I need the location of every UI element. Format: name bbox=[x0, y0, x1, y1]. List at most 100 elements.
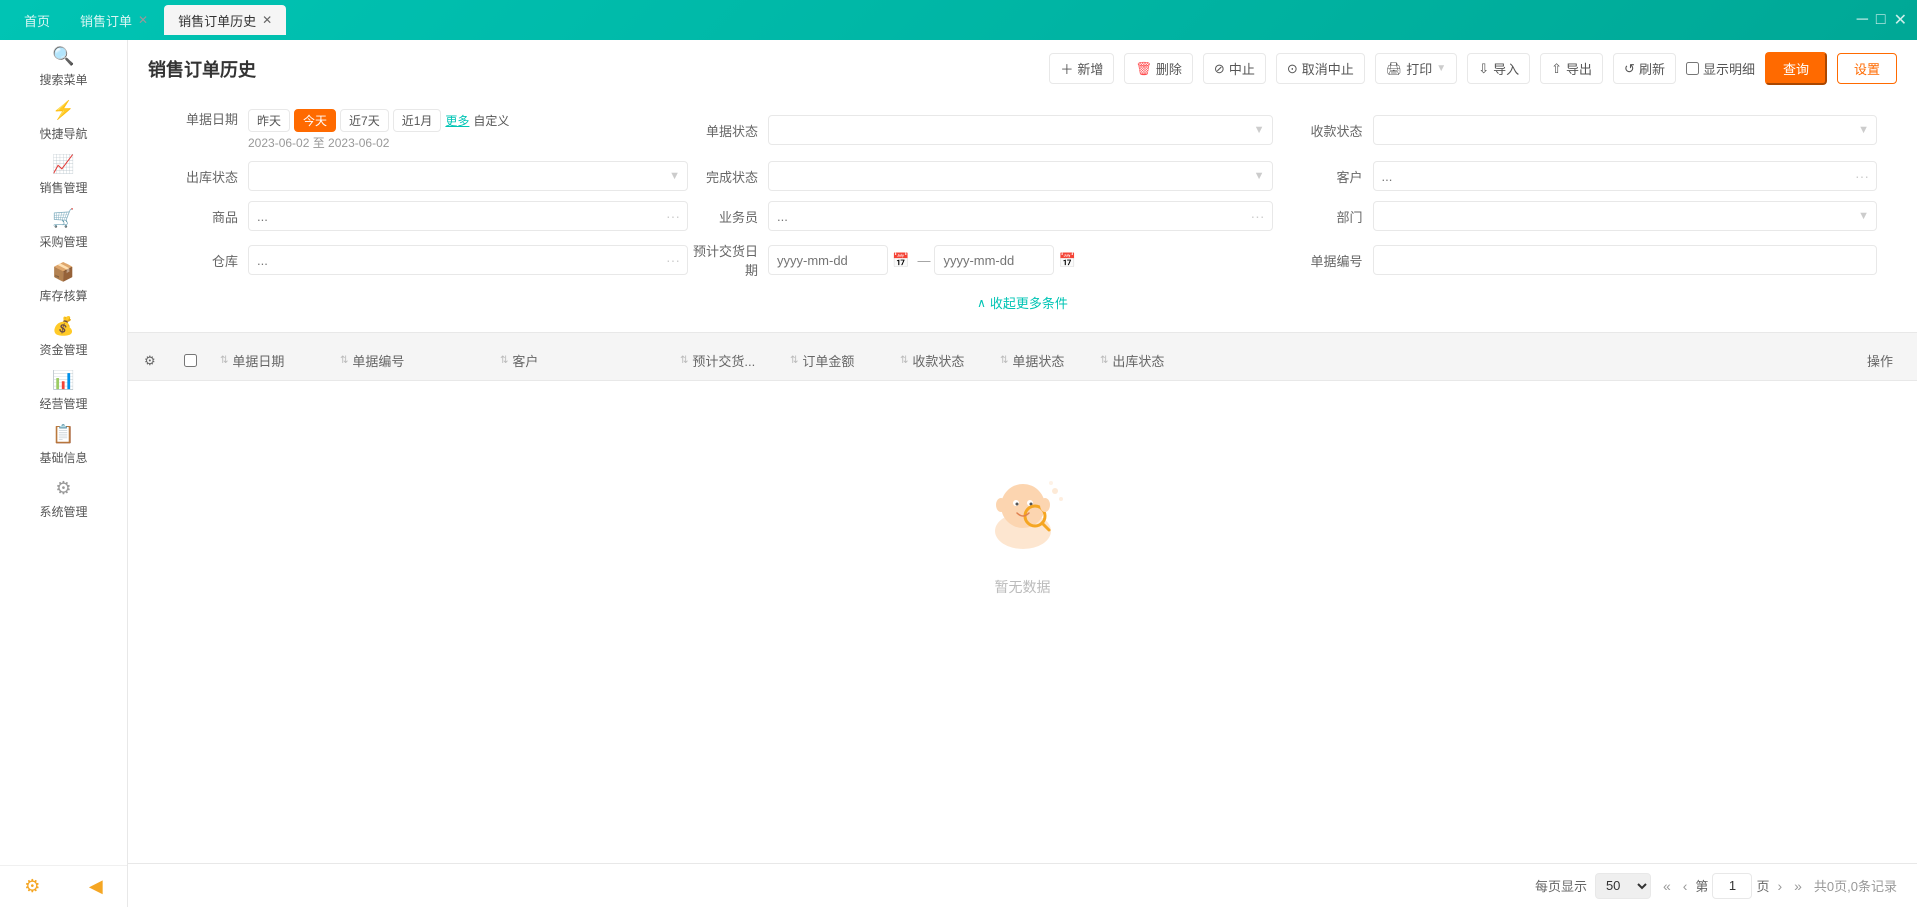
delivery-date-end-input[interactable] bbox=[934, 245, 1054, 275]
receipt-status-select-wrap: ▼ bbox=[1373, 115, 1878, 145]
complete-status-select-wrap: ▼ bbox=[768, 161, 1273, 191]
dept-input[interactable] bbox=[1373, 201, 1878, 231]
select-all-checkbox[interactable] bbox=[184, 354, 197, 367]
collapse-bar[interactable]: ∧ 收起更多条件 bbox=[168, 289, 1877, 320]
last-page-btn[interactable]: » bbox=[1790, 876, 1806, 896]
tab-sales-order[interactable]: 销售订单 ✕ bbox=[66, 5, 162, 35]
product-input[interactable] bbox=[248, 201, 688, 231]
first-page-btn[interactable]: « bbox=[1659, 876, 1675, 896]
date-btn-today[interactable]: 今天 bbox=[294, 109, 336, 132]
refresh-button[interactable]: ↺ 刷新 bbox=[1613, 53, 1676, 84]
next-page-btn[interactable]: › bbox=[1773, 876, 1786, 896]
delivery-date-end-calendar-icon[interactable]: 📅 bbox=[1058, 252, 1075, 269]
show-detail-checkbox[interactable] bbox=[1686, 62, 1699, 75]
per-page-select[interactable]: 50 10 20 100 bbox=[1595, 873, 1651, 899]
sidebar-item-sales-mgmt[interactable]: 📈 销售管理 bbox=[0, 148, 127, 202]
total-records-text: 共0页,0条记录 bbox=[1814, 876, 1897, 895]
empty-illustration bbox=[973, 461, 1073, 561]
delete-icon: 🗑 bbox=[1135, 61, 1152, 77]
sort-icon[interactable]: ⇅ bbox=[1000, 355, 1008, 366]
salesperson-select-wrap: ··· bbox=[768, 201, 1273, 231]
sort-icon[interactable]: ⇅ bbox=[900, 355, 908, 366]
date-btn-1month[interactable]: 近1月 bbox=[393, 109, 442, 132]
page-nav: « ‹ 第 页 › » bbox=[1659, 873, 1806, 899]
settings-gear-icon[interactable]: ⚙ bbox=[144, 353, 156, 369]
minimize-btn[interactable]: ─ bbox=[1857, 11, 1868, 29]
import-icon: ⇩ bbox=[1478, 61, 1489, 77]
stop-button[interactable]: ⊘ 中止 bbox=[1203, 53, 1266, 84]
sort-icon[interactable]: ⇅ bbox=[1100, 355, 1108, 366]
sidebar-item-search-menu[interactable]: 🔍 搜索菜单 bbox=[0, 40, 127, 94]
sidebar-item-label: 搜索菜单 bbox=[39, 71, 87, 88]
product-ellipsis-btn[interactable]: ··· bbox=[662, 208, 684, 224]
customer-select-wrap: ··· bbox=[1373, 161, 1878, 191]
receipt-status-input[interactable] bbox=[1373, 115, 1878, 145]
sort-icon[interactable]: ⇅ bbox=[790, 355, 798, 366]
product-label: 商品 bbox=[168, 207, 248, 226]
prev-page-btn[interactable]: ‹ bbox=[1679, 876, 1692, 896]
sidebar-item-inventory[interactable]: 📦 库存核算 bbox=[0, 256, 127, 310]
dept-label: 部门 bbox=[1293, 207, 1373, 226]
sidebar-item-finance[interactable]: 💰 资金管理 bbox=[0, 310, 127, 364]
refresh-icon: ↺ bbox=[1624, 61, 1635, 77]
warehouse-ellipsis-btn[interactable]: ··· bbox=[662, 252, 684, 268]
new-button[interactable]: ＋ + 新增 新增 bbox=[1049, 53, 1114, 84]
complete-status-input[interactable] bbox=[768, 161, 1273, 191]
sort-icon[interactable]: ⇅ bbox=[220, 355, 228, 366]
doc-no-select-wrap bbox=[1373, 245, 1878, 275]
date-more-link[interactable]: 更多 bbox=[445, 112, 469, 129]
maximize-btn[interactable]: □ bbox=[1876, 11, 1886, 29]
th-out-status: ⇅ 出库状态 bbox=[1092, 351, 1202, 370]
doc-status-input[interactable] bbox=[768, 115, 1273, 145]
print-button[interactable]: 🖨 打印 ▼ bbox=[1375, 53, 1457, 84]
delivery-date-start-input[interactable] bbox=[768, 245, 888, 275]
sidebar-item-quick-nav[interactable]: ⚡ 快捷导航 bbox=[0, 94, 127, 148]
query-button[interactable]: 查询 bbox=[1765, 52, 1827, 85]
warehouse-input[interactable] bbox=[248, 245, 688, 275]
sort-icon[interactable]: ⇅ bbox=[680, 355, 688, 366]
page-number-input[interactable] bbox=[1712, 873, 1752, 899]
sort-icon[interactable]: ⇅ bbox=[500, 355, 508, 366]
show-detail-checkbox-label[interactable]: 显示明细 bbox=[1686, 59, 1755, 78]
date-btn-yesterday[interactable]: 昨天 bbox=[248, 109, 290, 132]
page-title: 销售订单历史 bbox=[148, 56, 256, 82]
salesperson-ellipsis-btn[interactable]: ··· bbox=[1247, 208, 1269, 224]
salesperson-input[interactable] bbox=[768, 201, 1273, 231]
close-sales-order-tab[interactable]: ✕ bbox=[138, 13, 148, 27]
new-icon: ＋ bbox=[1060, 59, 1073, 78]
export-button[interactable]: ⇧ 导出 bbox=[1540, 53, 1603, 84]
settings-bottom-icon[interactable]: ⚙ bbox=[24, 876, 40, 897]
close-btn[interactable]: ✕ bbox=[1894, 10, 1907, 30]
customer-ellipsis-btn[interactable]: ··· bbox=[1851, 168, 1873, 184]
settings-button[interactable]: 设置 bbox=[1837, 53, 1897, 84]
cancel-stop-button[interactable]: ⊙ 取消中止 bbox=[1276, 53, 1365, 84]
print-icon: 🖨 bbox=[1386, 61, 1403, 77]
tab-home[interactable]: 首页 bbox=[10, 5, 64, 35]
tab-sales-order-history[interactable]: 销售订单历史 ✕ bbox=[164, 5, 286, 35]
import-button[interactable]: ⇩ 导入 bbox=[1467, 53, 1530, 84]
sidebar: 🔍 搜索菜单 ⚡ 快捷导航 📈 销售管理 🛒 采购管理 📦 库存核算 💰 资金管… bbox=[0, 40, 128, 907]
top-bar: 首页 销售订单 ✕ 销售订单历史 ✕ ─ □ ✕ bbox=[0, 0, 1917, 40]
close-sales-order-history-tab[interactable]: ✕ bbox=[262, 13, 272, 27]
delivery-date-start-calendar-icon[interactable]: 📅 bbox=[892, 252, 909, 269]
page-header: 销售订单历史 ＋ + 新增 新增 🗑 删除 ⊘ 中止 bbox=[128, 40, 1917, 333]
sys-mgmt-icon: ⚙ bbox=[55, 478, 71, 499]
th-check[interactable] bbox=[176, 354, 212, 367]
sidebar-item-purchase-mgmt[interactable]: 🛒 采购管理 bbox=[0, 202, 127, 256]
sidebar-item-sys-mgmt[interactable]: ⚙ 系统管理 bbox=[0, 472, 127, 526]
sidebar-item-label: 快捷导航 bbox=[39, 125, 87, 142]
main-layout: 🔍 搜索菜单 ⚡ 快捷导航 📈 销售管理 🛒 采购管理 📦 库存核算 💰 资金管… bbox=[0, 40, 1917, 907]
date-btn-7days[interactable]: 近7天 bbox=[340, 109, 389, 132]
purchase-mgmt-icon: 🛒 bbox=[52, 208, 74, 229]
sidebar-item-ops-mgmt[interactable]: 📊 经营管理 bbox=[0, 364, 127, 418]
collapse-sidebar-icon[interactable]: ◀ bbox=[89, 876, 103, 897]
doc-date-label: 单据日期 bbox=[168, 109, 248, 128]
doc-no-input[interactable] bbox=[1373, 245, 1878, 275]
sort-icon[interactable]: ⇅ bbox=[340, 355, 348, 366]
sidebar-item-basic-info[interactable]: 📋 基础信息 bbox=[0, 418, 127, 472]
customer-input[interactable] bbox=[1373, 161, 1878, 191]
delete-button[interactable]: 🗑 删除 bbox=[1124, 53, 1193, 84]
date-custom-link[interactable]: 自定义 bbox=[473, 112, 509, 129]
out-status-input[interactable] bbox=[248, 161, 688, 191]
th-settings[interactable]: ⚙ bbox=[136, 353, 176, 369]
